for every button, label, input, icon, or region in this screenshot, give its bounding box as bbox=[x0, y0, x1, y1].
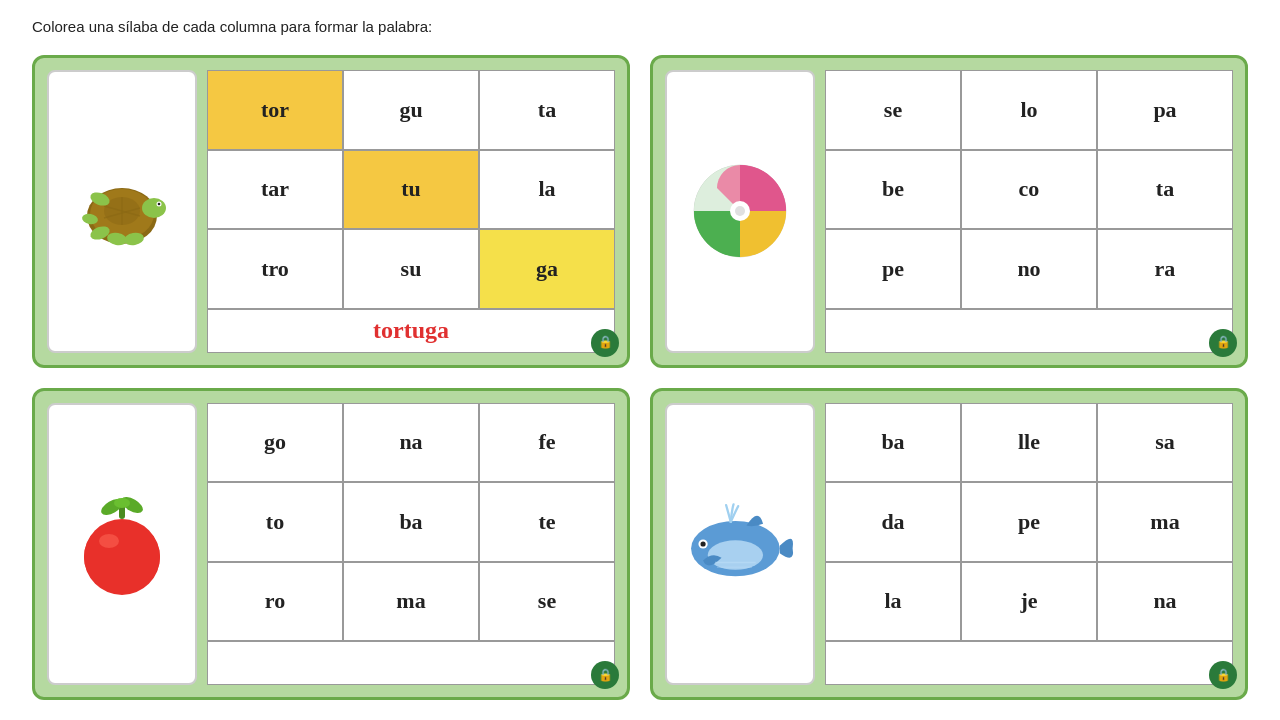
syllable-cell[interactable]: be bbox=[825, 150, 961, 230]
image-whale bbox=[665, 403, 815, 686]
image-tomato bbox=[47, 403, 197, 686]
syllable-cell[interactable]: na bbox=[343, 403, 479, 483]
syllable-row: lajena bbox=[825, 562, 1233, 642]
svg-point-23 bbox=[99, 534, 119, 548]
cards-grid: torgutatartulatrosugatortuga🔒 selopabeco… bbox=[32, 55, 1248, 700]
syllable-row: selopa bbox=[825, 70, 1233, 150]
syllable-cell[interactable]: co bbox=[961, 150, 1097, 230]
syllable-cell[interactable]: go bbox=[207, 403, 343, 483]
svg-point-8 bbox=[158, 203, 161, 206]
syllable-cell[interactable]: fe bbox=[479, 403, 615, 483]
syllable-cell[interactable]: ra bbox=[1097, 229, 1233, 309]
syllable-grid: ballesadapemalajena bbox=[825, 403, 1233, 686]
syllable-cell[interactable]: lle bbox=[961, 403, 1097, 483]
syllable-cell[interactable]: pe bbox=[825, 229, 961, 309]
syllable-cell[interactable]: na bbox=[1097, 562, 1233, 642]
card-pinwheel: selopabecotapenora🔒 bbox=[650, 55, 1248, 368]
syllable-row: gonafe bbox=[207, 403, 615, 483]
svg-point-25 bbox=[708, 540, 763, 570]
card-whale: ballesadapemalajena🔒 bbox=[650, 388, 1248, 701]
syllable-cell[interactable]: te bbox=[479, 482, 615, 562]
syllable-cell[interactable]: to bbox=[207, 482, 343, 562]
syllable-cell[interactable]: da bbox=[825, 482, 961, 562]
syllable-cell[interactable]: ba bbox=[343, 482, 479, 562]
syllable-cell[interactable]: su bbox=[343, 229, 479, 309]
syllable-cell[interactable]: je bbox=[961, 562, 1097, 642]
syllable-cell[interactable]: la bbox=[479, 150, 615, 230]
syllable-cell[interactable]: tro bbox=[207, 229, 343, 309]
svg-point-22 bbox=[84, 521, 160, 593]
syllable-row: penora bbox=[825, 229, 1233, 309]
syllable-cell[interactable]: ta bbox=[1097, 150, 1233, 230]
syllable-cell[interactable]: lo bbox=[961, 70, 1097, 150]
syllable-cell[interactable]: pe bbox=[961, 482, 1097, 562]
syllable-cell[interactable]: se bbox=[825, 70, 961, 150]
syllable-row: dapema bbox=[825, 482, 1233, 562]
answer-display bbox=[825, 309, 1233, 353]
syllable-cell[interactable]: ba bbox=[825, 403, 961, 483]
syllable-cell[interactable]: se bbox=[479, 562, 615, 642]
lock-icon: 🔒 bbox=[1209, 329, 1237, 357]
lock-icon: 🔒 bbox=[1209, 661, 1237, 689]
syllable-cell[interactable]: pa bbox=[1097, 70, 1233, 150]
syllable-cell[interactable]: sa bbox=[1097, 403, 1233, 483]
syllable-row: torguta bbox=[207, 70, 615, 150]
svg-point-27 bbox=[700, 541, 705, 546]
syllable-row: becota bbox=[825, 150, 1233, 230]
syllable-cell[interactable]: ma bbox=[1097, 482, 1233, 562]
syllable-cell[interactable]: tar bbox=[207, 150, 343, 230]
syllable-cell[interactable]: ga bbox=[479, 229, 615, 309]
svg-point-20 bbox=[114, 498, 130, 508]
card-turtle: torgutatartulatrosugatortuga🔒 bbox=[32, 55, 630, 368]
syllable-grid: gonafetobateromase bbox=[207, 403, 615, 686]
lock-icon: 🔒 bbox=[591, 661, 619, 689]
lock-icon: 🔒 bbox=[591, 329, 619, 357]
syllable-cell[interactable]: tor bbox=[207, 70, 343, 150]
syllable-grid: torgutatartulatrosugatortuga bbox=[207, 70, 615, 353]
syllable-cell[interactable]: gu bbox=[343, 70, 479, 150]
answer-display bbox=[207, 641, 615, 685]
syllable-grid: selopabecotapenora bbox=[825, 70, 1233, 353]
svg-point-16 bbox=[735, 206, 745, 216]
answer-display bbox=[825, 641, 1233, 685]
syllable-cell[interactable]: la bbox=[825, 562, 961, 642]
syllable-cell[interactable]: ro bbox=[207, 562, 343, 642]
syllable-row: ballesa bbox=[825, 403, 1233, 483]
syllable-cell[interactable]: no bbox=[961, 229, 1097, 309]
answer-display: tortuga bbox=[207, 309, 615, 353]
syllable-cell[interactable]: tu bbox=[343, 150, 479, 230]
syllable-row: romase bbox=[207, 562, 615, 642]
syllable-cell[interactable]: ta bbox=[479, 70, 615, 150]
svg-point-6 bbox=[142, 198, 166, 218]
card-tomato: gonafetobateromase🔒 bbox=[32, 388, 630, 701]
syllable-row: trosuga bbox=[207, 229, 615, 309]
syllable-cell[interactable]: ma bbox=[343, 562, 479, 642]
image-pinwheel bbox=[665, 70, 815, 353]
image-turtle bbox=[47, 70, 197, 353]
syllable-row: tobate bbox=[207, 482, 615, 562]
syllable-row: tartula bbox=[207, 150, 615, 230]
instruction: Colorea una sílaba de cada columna para … bbox=[32, 18, 432, 35]
